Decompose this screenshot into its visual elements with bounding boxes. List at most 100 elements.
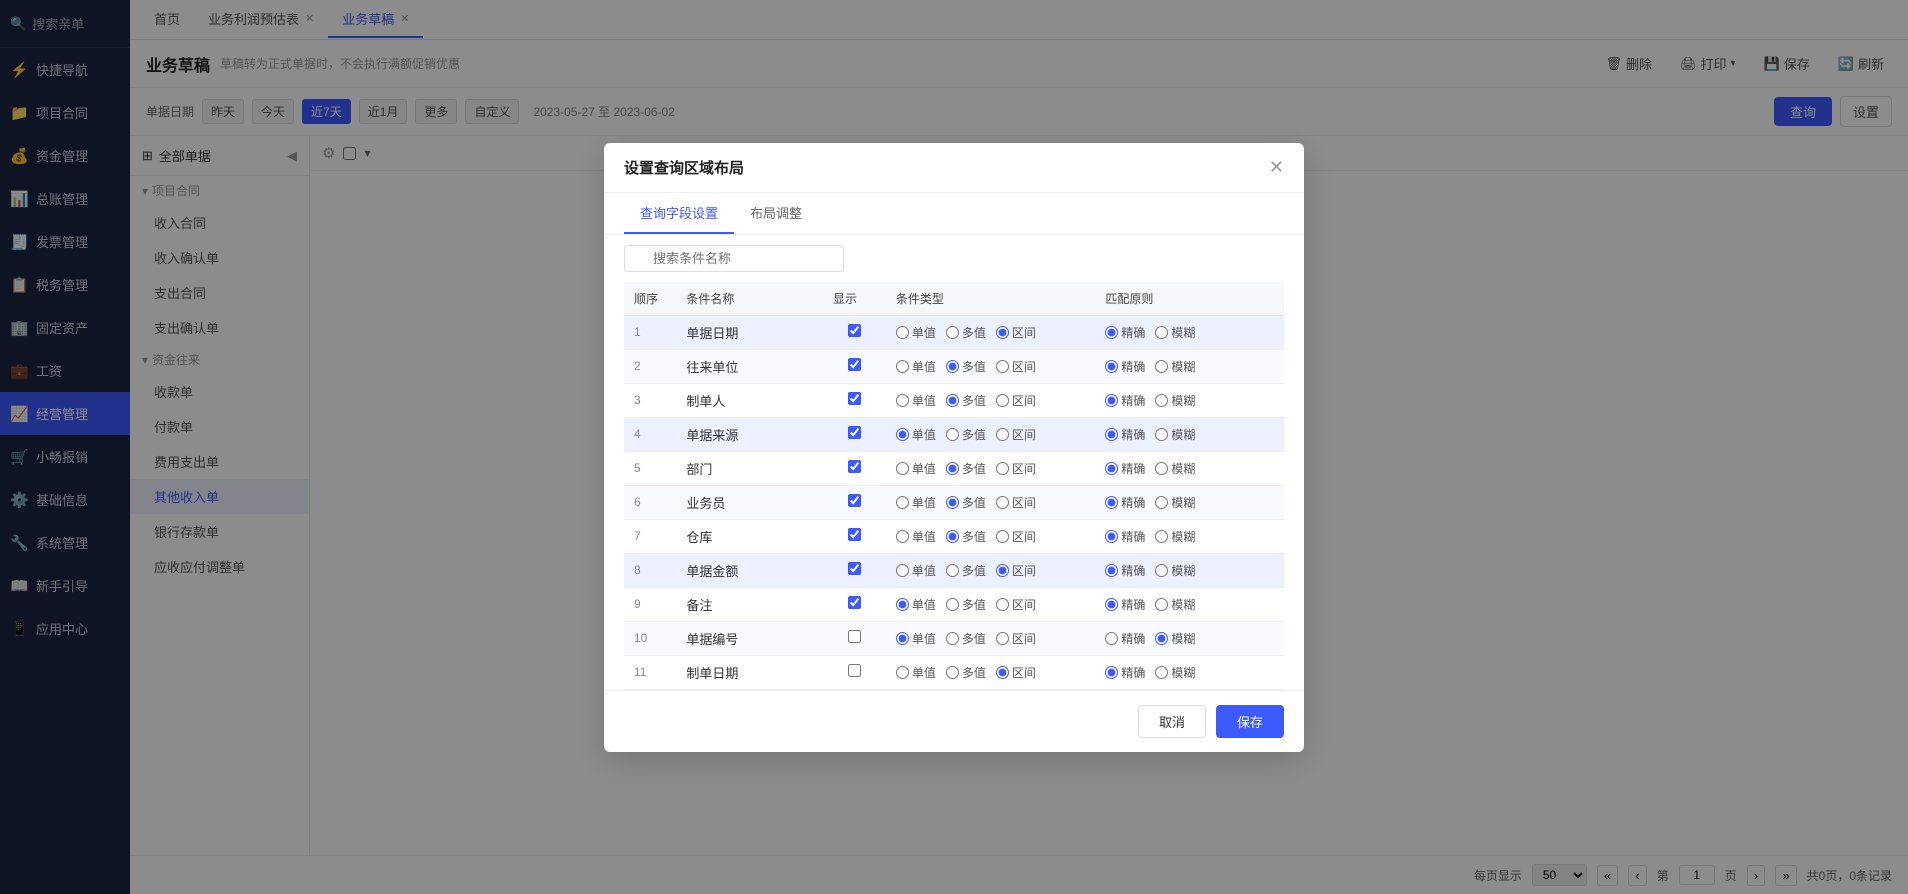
cond-type-单值-radio[interactable] [896, 598, 909, 611]
cond-type-单值-label[interactable]: 单值 [896, 392, 936, 409]
match-rule-模糊-radio[interactable] [1155, 360, 1168, 373]
show-checkbox[interactable] [848, 358, 861, 371]
match-rule-模糊-radio[interactable] [1155, 598, 1168, 611]
match-rule-精确-label[interactable]: 精确 [1105, 494, 1145, 511]
cond-type-多值-label[interactable]: 多值 [946, 494, 986, 511]
match-rule-模糊-radio[interactable] [1155, 530, 1168, 543]
match-rule-精确-label[interactable]: 精确 [1105, 528, 1145, 545]
cond-type-区间-label[interactable]: 区间 [996, 324, 1036, 341]
cond-type-多值-label[interactable]: 多值 [946, 664, 986, 681]
match-rule-模糊-radio[interactable] [1155, 394, 1168, 407]
cond-type-区间-radio[interactable] [996, 530, 1009, 543]
match-rule-模糊-label[interactable]: 模糊 [1155, 596, 1195, 613]
match-rule-模糊-label[interactable]: 模糊 [1155, 392, 1195, 409]
match-rule-模糊-label[interactable]: 模糊 [1155, 324, 1195, 341]
match-rule-精确-radio[interactable] [1105, 598, 1118, 611]
show-checkbox-label[interactable] [848, 393, 861, 408]
show-checkbox[interactable] [848, 664, 861, 677]
match-rule-精确-label[interactable]: 精确 [1105, 324, 1145, 341]
match-rule-模糊-radio[interactable] [1155, 666, 1168, 679]
cancel-button[interactable]: 取消 [1138, 705, 1206, 738]
cond-type-多值-radio[interactable] [946, 462, 959, 475]
show-checkbox-label[interactable] [848, 359, 861, 374]
cond-type-区间-radio[interactable] [996, 394, 1009, 407]
cond-type-单值-radio[interactable] [896, 530, 909, 543]
cond-type-单值-label[interactable]: 单值 [896, 358, 936, 375]
match-rule-模糊-label[interactable]: 模糊 [1155, 460, 1195, 477]
cond-type-单值-radio[interactable] [896, 496, 909, 509]
match-rule-精确-label[interactable]: 精确 [1105, 392, 1145, 409]
show-checkbox[interactable] [848, 630, 861, 643]
match-rule-模糊-radio[interactable] [1155, 462, 1168, 475]
show-checkbox[interactable] [848, 392, 861, 405]
match-rule-模糊-radio[interactable] [1155, 428, 1168, 441]
cond-type-多值-radio[interactable] [946, 326, 959, 339]
modal-search-input[interactable] [624, 245, 844, 272]
match-rule-精确-label[interactable]: 精确 [1105, 596, 1145, 613]
cond-type-单值-label[interactable]: 单值 [896, 630, 936, 647]
cond-type-多值-label[interactable]: 多值 [946, 426, 986, 443]
cond-type-单值-radio[interactable] [896, 326, 909, 339]
show-checkbox[interactable] [848, 494, 861, 507]
cond-type-区间-label[interactable]: 区间 [996, 562, 1036, 579]
cond-type-单值-radio[interactable] [896, 632, 909, 645]
show-checkbox[interactable] [848, 596, 861, 609]
match-rule-精确-label[interactable]: 精确 [1105, 630, 1145, 647]
cond-type-多值-radio[interactable] [946, 598, 959, 611]
cond-type-单值-label[interactable]: 单值 [896, 562, 936, 579]
match-rule-模糊-radio[interactable] [1155, 496, 1168, 509]
cond-type-多值-radio[interactable] [946, 632, 959, 645]
cond-type-区间-radio[interactable] [996, 428, 1009, 441]
match-rule-精确-radio[interactable] [1105, 462, 1118, 475]
cond-type-单值-label[interactable]: 单值 [896, 596, 936, 613]
match-rule-模糊-radio[interactable] [1155, 326, 1168, 339]
cond-type-区间-label[interactable]: 区间 [996, 358, 1036, 375]
save-button[interactable]: 保存 [1216, 705, 1284, 738]
cond-type-单值-label[interactable]: 单值 [896, 324, 936, 341]
match-rule-精确-label[interactable]: 精确 [1105, 460, 1145, 477]
cond-type-多值-radio[interactable] [946, 394, 959, 407]
match-rule-模糊-radio[interactable] [1155, 632, 1168, 645]
cond-type-区间-radio[interactable] [996, 496, 1009, 509]
match-rule-模糊-label[interactable]: 模糊 [1155, 528, 1195, 545]
cond-type-单值-label[interactable]: 单值 [896, 664, 936, 681]
show-checkbox-label[interactable] [848, 665, 861, 680]
match-rule-精确-radio[interactable] [1105, 428, 1118, 441]
cond-type-区间-radio[interactable] [996, 666, 1009, 679]
cond-type-单值-radio[interactable] [896, 360, 909, 373]
cond-type-区间-radio[interactable] [996, 462, 1009, 475]
match-rule-精确-label[interactable]: 精确 [1105, 664, 1145, 681]
show-checkbox-label[interactable] [848, 495, 861, 510]
match-rule-模糊-label[interactable]: 模糊 [1155, 358, 1195, 375]
cond-type-单值-radio[interactable] [896, 394, 909, 407]
cond-type-区间-label[interactable]: 区间 [996, 528, 1036, 545]
cond-type-区间-label[interactable]: 区间 [996, 392, 1036, 409]
match-rule-模糊-label[interactable]: 模糊 [1155, 494, 1195, 511]
tab-layout[interactable]: 布局调整 [734, 193, 818, 234]
match-rule-模糊-radio[interactable] [1155, 564, 1168, 577]
show-checkbox[interactable] [848, 324, 861, 337]
cond-type-区间-label[interactable]: 区间 [996, 460, 1036, 477]
cond-type-多值-radio[interactable] [946, 530, 959, 543]
cond-type-多值-label[interactable]: 多值 [946, 630, 986, 647]
cond-type-区间-radio[interactable] [996, 326, 1009, 339]
cond-type-单值-label[interactable]: 单值 [896, 494, 936, 511]
cond-type-多值-label[interactable]: 多值 [946, 324, 986, 341]
show-checkbox-label[interactable] [848, 529, 861, 544]
cond-type-多值-radio[interactable] [946, 428, 959, 441]
cond-type-单值-radio[interactable] [896, 428, 909, 441]
match-rule-模糊-label[interactable]: 模糊 [1155, 426, 1195, 443]
cond-type-单值-radio[interactable] [896, 564, 909, 577]
cond-type-区间-label[interactable]: 区间 [996, 664, 1036, 681]
modal-overlay[interactable]: 设置查询区域布局 ✕ 查询字段设置 布局调整 🔍 顺序 条件名称 显示 [0, 0, 1908, 894]
match-rule-精确-radio[interactable] [1105, 666, 1118, 679]
match-rule-模糊-label[interactable]: 模糊 [1155, 664, 1195, 681]
match-rule-模糊-label[interactable]: 模糊 [1155, 630, 1195, 647]
cond-type-单值-label[interactable]: 单值 [896, 426, 936, 443]
show-checkbox[interactable] [848, 460, 861, 473]
cond-type-多值-label[interactable]: 多值 [946, 460, 986, 477]
show-checkbox[interactable] [848, 528, 861, 541]
cond-type-多值-radio[interactable] [946, 564, 959, 577]
cond-type-区间-label[interactable]: 区间 [996, 494, 1036, 511]
cond-type-多值-label[interactable]: 多值 [946, 528, 986, 545]
